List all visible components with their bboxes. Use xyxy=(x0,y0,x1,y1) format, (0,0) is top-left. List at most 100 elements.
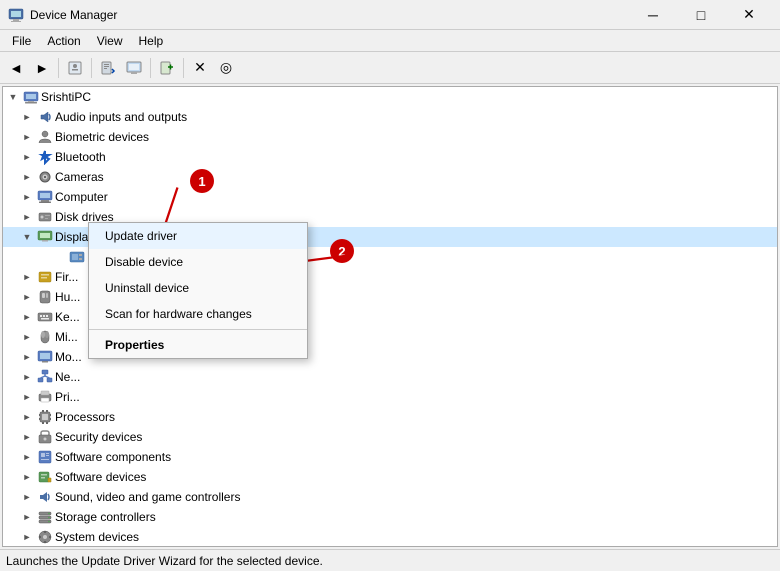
network-expand-icon[interactable]: ► xyxy=(19,369,35,385)
sound-label: Sound, video and game controllers xyxy=(55,490,240,504)
ctx-separator xyxy=(89,329,307,330)
ctx-properties[interactable]: Properties xyxy=(89,332,307,358)
close-button[interactable]: ✕ xyxy=(726,0,772,30)
display-icon xyxy=(37,229,53,245)
gpu-expand-icon xyxy=(51,249,67,265)
tree-root[interactable]: ▼ SrishtiPC xyxy=(3,87,777,107)
bluetooth-expand-icon[interactable]: ► xyxy=(19,149,35,165)
menu-file[interactable]: File xyxy=(4,32,39,50)
tree-item-sw-components[interactable]: ► Software components xyxy=(3,447,777,467)
storage-icon xyxy=(37,509,53,525)
sw-devices-label: Software devices xyxy=(55,470,146,484)
disk-icon xyxy=(37,209,53,225)
hid-icon xyxy=(37,289,53,305)
menu-action[interactable]: Action xyxy=(39,32,88,50)
ctx-update-driver[interactable]: Update driver xyxy=(89,223,307,249)
tree-item-cameras[interactable]: ► Cameras xyxy=(3,167,777,187)
toolbar-scan[interactable] xyxy=(96,56,120,80)
monitors-label: Mo... xyxy=(55,350,82,364)
ctx-scan-hardware[interactable]: Scan for hardware changes xyxy=(89,301,307,327)
tree-item-system[interactable]: ► System devices xyxy=(3,527,777,547)
menu-view[interactable]: View xyxy=(89,32,131,50)
network-label: Ne... xyxy=(55,370,80,384)
biometric-icon xyxy=(37,129,53,145)
monitors-expand-icon[interactable]: ► xyxy=(19,349,35,365)
sw-devices-expand-icon[interactable]: ► xyxy=(19,469,35,485)
title-bar: Device Manager ─ □ ✕ xyxy=(0,0,780,30)
computer-expand-icon[interactable]: ► xyxy=(19,189,35,205)
tree-item-sound[interactable]: ► Sound, video and game controllers xyxy=(3,487,777,507)
tree-item-security[interactable]: ► Security devices xyxy=(3,427,777,447)
cameras-label: Cameras xyxy=(55,170,104,184)
ctx-uninstall-device[interactable]: Uninstall device xyxy=(89,275,307,301)
sw-devices-icon xyxy=(37,469,53,485)
toolbar-sep-3 xyxy=(150,58,151,78)
firmware-expand-icon[interactable]: ► xyxy=(19,269,35,285)
keyboard-label: Ke... xyxy=(55,310,80,324)
keyboard-expand-icon[interactable]: ► xyxy=(19,309,35,325)
toolbar: ◄ ► ✕ ◎ xyxy=(0,52,780,84)
title-bar-left: Device Manager xyxy=(8,7,117,23)
audio-expand-icon[interactable]: ► xyxy=(19,109,35,125)
computer-icon xyxy=(37,189,53,205)
root-label: SrishtiPC xyxy=(41,90,91,104)
processors-expand-icon[interactable]: ► xyxy=(19,409,35,425)
toolbar-remove[interactable]: ✕ xyxy=(188,56,212,80)
mice-label: Mi... xyxy=(55,330,78,344)
toolbar-add[interactable] xyxy=(155,56,179,80)
gpu-icon xyxy=(69,249,85,265)
toolbar-sep-2 xyxy=(91,58,92,78)
toolbar-sep-1 xyxy=(58,58,59,78)
sw-components-expand-icon[interactable]: ► xyxy=(19,449,35,465)
ctx-disable-device[interactable]: Disable device xyxy=(89,249,307,275)
maximize-button[interactable]: □ xyxy=(678,0,724,30)
context-menu: Update driver Disable device Uninstall d… xyxy=(88,222,308,359)
print-expand-icon[interactable]: ► xyxy=(19,389,35,405)
root-expand-icon[interactable]: ▼ xyxy=(5,89,21,105)
minimize-button[interactable]: ─ xyxy=(630,0,676,30)
processors-icon xyxy=(37,409,53,425)
system-expand-icon[interactable]: ► xyxy=(19,529,35,545)
sound-expand-icon[interactable]: ► xyxy=(19,489,35,505)
toolbar-sep-4 xyxy=(183,58,184,78)
toolbar-properties[interactable] xyxy=(63,56,87,80)
security-icon xyxy=(37,429,53,445)
firmware-label: Fir... xyxy=(55,270,78,284)
tree-item-storage[interactable]: ► Storage controllers xyxy=(3,507,777,527)
tree-item-processors[interactable]: ► Processors xyxy=(3,407,777,427)
tree-item-network[interactable]: ► Ne... xyxy=(3,367,777,387)
system-label: System devices xyxy=(55,530,139,544)
storage-expand-icon[interactable]: ► xyxy=(19,509,35,525)
print-icon xyxy=(37,389,53,405)
mice-expand-icon[interactable]: ► xyxy=(19,329,35,345)
biometric-label: Biometric devices xyxy=(55,130,149,144)
tree-item-computer[interactable]: ► Computer xyxy=(3,187,777,207)
cameras-expand-icon[interactable]: ► xyxy=(19,169,35,185)
hid-expand-icon[interactable]: ► xyxy=(19,289,35,305)
tree-item-audio[interactable]: ► Audio inputs and outputs xyxy=(3,107,777,127)
storage-label: Storage controllers xyxy=(55,510,156,524)
toolbar-update[interactable] xyxy=(122,56,146,80)
toolbar-back[interactable]: ◄ xyxy=(4,56,28,80)
tree-item-bluetooth[interactable]: ► Bluetooth xyxy=(3,147,777,167)
security-label: Security devices xyxy=(55,430,142,444)
hid-label: Hu... xyxy=(55,290,80,304)
tree-item-print[interactable]: ► Pri... xyxy=(3,387,777,407)
window-title: Device Manager xyxy=(30,8,117,22)
firmware-icon xyxy=(37,269,53,285)
tree-item-biometric[interactable]: ► Biometric devices xyxy=(3,127,777,147)
display-expand-icon[interactable]: ▼ xyxy=(19,229,35,245)
toolbar-forward[interactable]: ► xyxy=(30,56,54,80)
disk-expand-icon[interactable]: ► xyxy=(19,209,35,225)
network-icon xyxy=(37,369,53,385)
biometric-expand-icon[interactable]: ► xyxy=(19,129,35,145)
menu-bar: File Action View Help xyxy=(0,30,780,52)
computer-label: Computer xyxy=(55,190,108,204)
audio-icon xyxy=(37,109,53,125)
security-expand-icon[interactable]: ► xyxy=(19,429,35,445)
sw-components-label: Software components xyxy=(55,450,171,464)
print-label: Pri... xyxy=(55,390,80,404)
toolbar-refresh[interactable]: ◎ xyxy=(214,56,238,80)
tree-item-sw-devices[interactable]: ► Software devices xyxy=(3,467,777,487)
menu-help[interactable]: Help xyxy=(131,32,172,50)
